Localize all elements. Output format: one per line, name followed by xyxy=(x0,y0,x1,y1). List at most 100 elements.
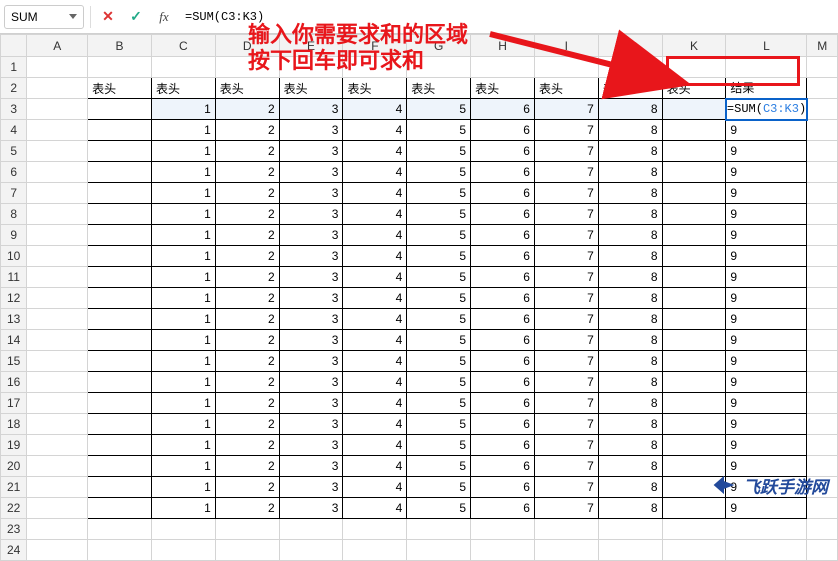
data-cell[interactable]: 4 xyxy=(343,456,407,477)
result-cell[interactable]: 9 xyxy=(726,267,807,288)
data-cell[interactable]: 5 xyxy=(407,141,471,162)
data-cell[interactable]: 8 xyxy=(598,141,662,162)
cell[interactable] xyxy=(807,519,838,540)
data-cell[interactable]: 7 xyxy=(534,99,598,120)
cell[interactable] xyxy=(88,540,152,561)
result-cell[interactable]: 9 xyxy=(726,288,807,309)
cell[interactable] xyxy=(662,393,726,414)
data-cell[interactable]: 6 xyxy=(471,435,535,456)
cell[interactable] xyxy=(343,540,407,561)
cell[interactable] xyxy=(215,57,279,78)
result-cell[interactable]: 9 xyxy=(726,183,807,204)
row-header[interactable]: 11 xyxy=(1,267,27,288)
data-cell[interactable]: 8 xyxy=(598,225,662,246)
data-cell[interactable]: 2 xyxy=(215,141,279,162)
table-header-cell[interactable]: 表头 xyxy=(598,78,662,99)
data-cell[interactable]: 4 xyxy=(343,141,407,162)
cell[interactable] xyxy=(807,204,838,225)
cell[interactable] xyxy=(27,78,88,99)
data-cell[interactable]: 7 xyxy=(534,372,598,393)
data-cell[interactable]: 6 xyxy=(471,309,535,330)
data-cell[interactable]: 3 xyxy=(279,393,343,414)
row-header[interactable]: 10 xyxy=(1,246,27,267)
data-cell[interactable]: 7 xyxy=(534,351,598,372)
data-cell[interactable]: 4 xyxy=(343,246,407,267)
data-cell[interactable]: 2 xyxy=(215,414,279,435)
data-cell[interactable]: 6 xyxy=(471,162,535,183)
data-cell[interactable]: 7 xyxy=(534,183,598,204)
data-cell[interactable]: 4 xyxy=(343,183,407,204)
data-cell[interactable]: 1 xyxy=(151,330,215,351)
col-header[interactable]: C xyxy=(151,35,215,57)
cell[interactable] xyxy=(807,162,838,183)
data-cell[interactable]: 7 xyxy=(534,477,598,498)
data-cell[interactable]: 3 xyxy=(279,246,343,267)
cell[interactable] xyxy=(27,351,88,372)
cell[interactable] xyxy=(807,183,838,204)
data-cell[interactable]: 2 xyxy=(215,393,279,414)
cell[interactable] xyxy=(662,372,726,393)
data-cell[interactable]: 8 xyxy=(598,435,662,456)
cell[interactable] xyxy=(807,414,838,435)
data-cell[interactable]: 5 xyxy=(407,351,471,372)
data-cell[interactable]: 7 xyxy=(534,456,598,477)
data-cell[interactable]: 5 xyxy=(407,246,471,267)
row-header[interactable]: 9 xyxy=(1,225,27,246)
cell[interactable] xyxy=(807,267,838,288)
editing-cell[interactable]: =SUM(C3:K3) xyxy=(726,99,807,120)
data-cell[interactable]: 6 xyxy=(471,183,535,204)
data-cell[interactable]: 2 xyxy=(215,435,279,456)
cell[interactable] xyxy=(27,456,88,477)
data-cell[interactable]: 7 xyxy=(534,288,598,309)
data-cell[interactable]: 4 xyxy=(343,435,407,456)
row-header[interactable]: 19 xyxy=(1,435,27,456)
data-cell[interactable]: 5 xyxy=(407,225,471,246)
result-cell[interactable]: 9 xyxy=(726,309,807,330)
table-header-cell[interactable]: 表头 xyxy=(343,78,407,99)
data-cell[interactable]: 6 xyxy=(471,498,535,519)
cell[interactable] xyxy=(88,57,152,78)
row-header[interactable]: 20 xyxy=(1,456,27,477)
data-cell[interactable]: 7 xyxy=(534,498,598,519)
data-cell[interactable]: 2 xyxy=(215,99,279,120)
cell[interactable] xyxy=(27,435,88,456)
data-cell[interactable]: 5 xyxy=(407,435,471,456)
cell[interactable] xyxy=(662,162,726,183)
data-cell[interactable]: 7 xyxy=(534,225,598,246)
data-cell[interactable]: 7 xyxy=(534,120,598,141)
data-cell[interactable]: 6 xyxy=(471,246,535,267)
data-cell[interactable]: 3 xyxy=(279,330,343,351)
cell[interactable] xyxy=(807,246,838,267)
cell[interactable] xyxy=(807,78,838,99)
data-cell[interactable]: 3 xyxy=(279,120,343,141)
cell[interactable] xyxy=(27,330,88,351)
table-header-cell[interactable]: 表头 xyxy=(279,78,343,99)
data-cell[interactable]: 4 xyxy=(343,372,407,393)
table-header-cell[interactable]: 结果 xyxy=(726,78,807,99)
row-header[interactable]: 4 xyxy=(1,120,27,141)
data-cell[interactable]: 5 xyxy=(407,372,471,393)
data-cell[interactable]: 7 xyxy=(534,414,598,435)
data-cell[interactable]: 6 xyxy=(471,99,535,120)
table-header-cell[interactable]: 表头 xyxy=(471,78,535,99)
cell[interactable] xyxy=(88,351,152,372)
data-cell[interactable]: 4 xyxy=(343,99,407,120)
data-cell[interactable]: 5 xyxy=(407,120,471,141)
data-cell[interactable]: 6 xyxy=(471,372,535,393)
result-cell[interactable]: 9 xyxy=(726,141,807,162)
cell[interactable] xyxy=(151,540,215,561)
data-cell[interactable]: 8 xyxy=(598,120,662,141)
data-cell[interactable]: 8 xyxy=(598,414,662,435)
cell[interactable] xyxy=(471,57,535,78)
data-cell[interactable]: 8 xyxy=(598,246,662,267)
data-cell[interactable]: 8 xyxy=(598,288,662,309)
cell[interactable] xyxy=(662,141,726,162)
result-cell[interactable]: 9 xyxy=(726,393,807,414)
data-cell[interactable]: 4 xyxy=(343,288,407,309)
data-cell[interactable]: 8 xyxy=(598,162,662,183)
data-cell[interactable]: 6 xyxy=(471,204,535,225)
data-cell[interactable]: 6 xyxy=(471,477,535,498)
cell[interactable] xyxy=(534,57,598,78)
row-header[interactable]: 7 xyxy=(1,183,27,204)
cell[interactable] xyxy=(662,225,726,246)
